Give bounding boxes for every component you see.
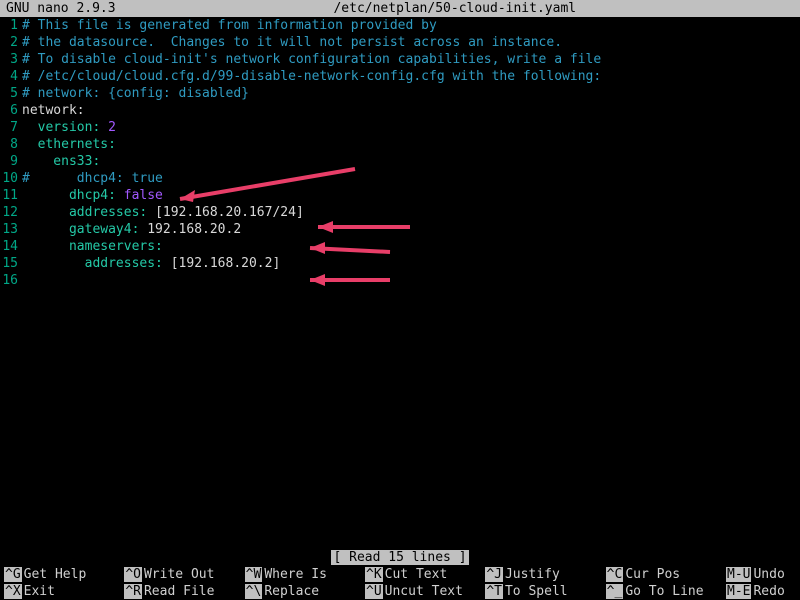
yaml-line: version: 2 — [22, 119, 116, 136]
line-number: 11 — [0, 187, 22, 204]
app-name: GNU nano 2.9.3 — [6, 0, 116, 17]
comment: # network: {config: disabled} — [22, 85, 249, 102]
line-number: 10 — [0, 170, 22, 187]
line-number: 12 — [0, 204, 22, 221]
shortcut-cut[interactable]: ^KCut Text — [365, 566, 485, 583]
line-number: 15 — [0, 255, 22, 272]
comment: # This file is generated from informatio… — [22, 17, 437, 34]
shortcut-bar: ^GGet Help ^OWrite Out ^WWhere Is ^KCut … — [0, 566, 800, 600]
line-number: 16 — [0, 272, 22, 289]
line-number: 2 — [0, 34, 22, 51]
line-number: 14 — [0, 238, 22, 255]
status-line: [ Read 15 lines ] — [0, 549, 800, 566]
shortcut-undo[interactable]: M-UUndo — [726, 566, 796, 583]
yaml-key: network: — [22, 102, 85, 119]
comment: # /etc/cloud/cloud.cfg.d/99-disable-netw… — [22, 68, 601, 85]
line-number: 3 — [0, 51, 22, 68]
line-number: 5 — [0, 85, 22, 102]
line-number: 13 — [0, 221, 22, 238]
shortcut-writeout[interactable]: ^OWrite Out — [124, 566, 244, 583]
yaml-line: dhcp4: false — [22, 187, 163, 204]
shortcut-help[interactable]: ^GGet Help — [4, 566, 124, 583]
title-bar: GNU nano 2.9.3 /etc/netplan/50-cloud-ini… — [0, 0, 800, 17]
shortcut-goto[interactable]: ^_Go To Line — [606, 583, 726, 600]
yaml-key: ethernets: — [22, 136, 116, 153]
line-number: 9 — [0, 153, 22, 170]
line-number: 4 — [0, 68, 22, 85]
shortcut-redo[interactable]: M-ERedo — [726, 583, 796, 600]
yaml-key: nameservers: — [22, 238, 163, 255]
yaml-line: addresses: [192.168.20.2] — [22, 255, 280, 272]
comment: # dhcp4: true — [22, 170, 163, 187]
shortcut-uncut[interactable]: ^UUncut Text — [365, 583, 485, 600]
comment: # the datasource. Changes to it will not… — [22, 34, 562, 51]
comment: # To disable cloud-init's network config… — [22, 51, 601, 68]
line-number: 8 — [0, 136, 22, 153]
line-number: 6 — [0, 102, 22, 119]
shortcut-curpos[interactable]: ^CCur Pos — [606, 566, 726, 583]
yaml-key: ens33: — [22, 153, 100, 170]
shortcut-spell[interactable]: ^TTo Spell — [485, 583, 605, 600]
shortcut-exit[interactable]: ^XExit — [4, 583, 124, 600]
shortcut-justify[interactable]: ^JJustify — [485, 566, 605, 583]
shortcut-whereis[interactable]: ^WWhere Is — [245, 566, 365, 583]
shortcut-replace[interactable]: ^\Replace — [245, 583, 365, 600]
shortcut-readfile[interactable]: ^RRead File — [124, 583, 244, 600]
editor-area[interactable]: 1# This file is generated from informati… — [0, 17, 800, 289]
line-number: 1 — [0, 17, 22, 34]
file-path: /etc/netplan/50-cloud-init.yaml — [116, 0, 794, 17]
yaml-line: addresses: [192.168.20.167/24] — [22, 204, 304, 221]
line-number: 7 — [0, 119, 22, 136]
yaml-line: gateway4: 192.168.20.2 — [22, 221, 241, 238]
